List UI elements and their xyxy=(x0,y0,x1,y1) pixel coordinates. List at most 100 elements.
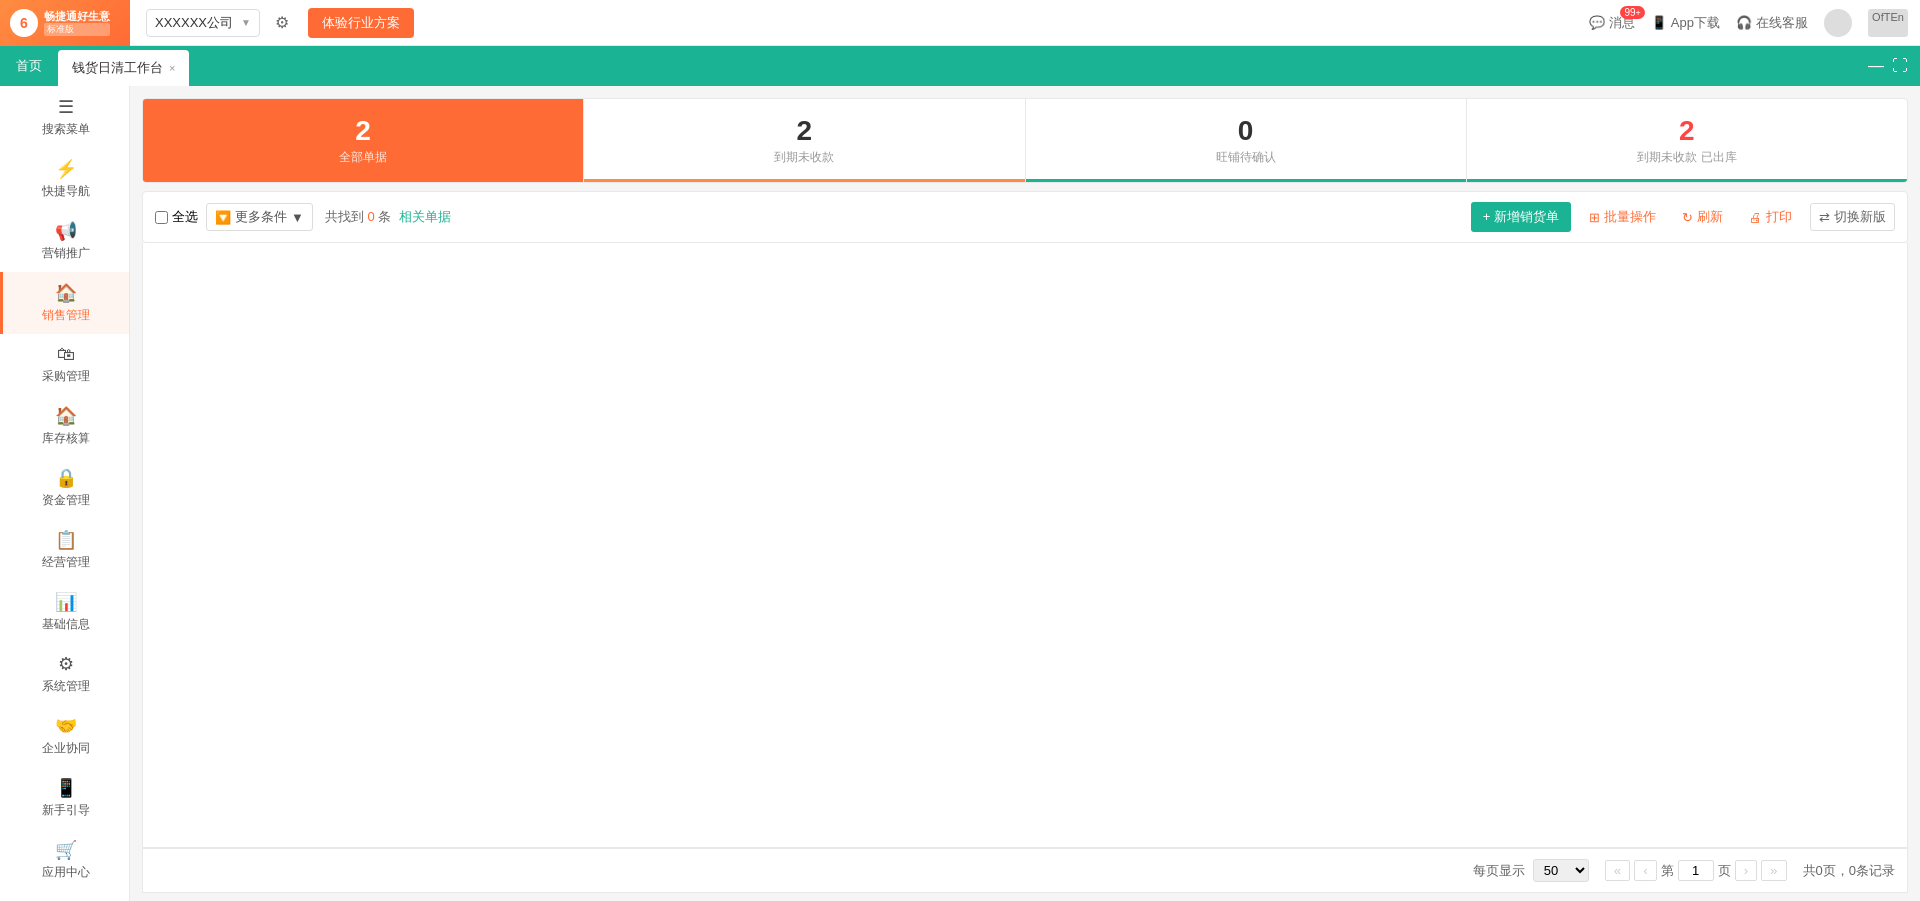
sidebar-item-marketing[interactable]: 📢 营销推广 xyxy=(0,210,129,272)
sidebar-item-operation[interactable]: 📋 经营管理 xyxy=(0,519,129,581)
toolbar-right: + 新增销货单 ⊞ 批量操作 ↻ 刷新 🖨 打印 ⇄ 切换新版 xyxy=(1471,202,1895,232)
switch-version-button[interactable]: ⇄ 切换新版 xyxy=(1810,203,1895,231)
last-page-button[interactable]: » xyxy=(1761,860,1786,881)
sidebar-item-system-label: 系统管理 xyxy=(42,678,90,695)
first-page-button[interactable]: « xyxy=(1605,860,1630,881)
stat-num-pending: 0 xyxy=(1046,115,1446,147)
sidebar-item-inventory[interactable]: 🏠 库存核算 xyxy=(0,395,129,457)
page-number-input[interactable] xyxy=(1678,860,1714,881)
sidebar-item-basic-info-label: 基础信息 xyxy=(42,616,90,633)
company-selector[interactable]: XXXXXX公司 ▼ xyxy=(146,9,260,37)
settings-button[interactable]: ⚙ xyxy=(268,9,296,37)
filter-label: 更多条件 xyxy=(235,208,287,226)
stat-label-overdue: 到期未收款 xyxy=(604,149,1004,166)
tab-minimize-icon[interactable]: — xyxy=(1868,57,1884,75)
print-button[interactable]: 🖨 打印 xyxy=(1741,204,1800,230)
prev-page-button[interactable]: ‹ xyxy=(1634,860,1656,881)
logo-icon-text: 6 xyxy=(20,15,28,31)
refresh-button[interactable]: ↻ 刷新 xyxy=(1674,204,1731,230)
basic-info-icon: 📊 xyxy=(55,591,77,613)
stat-card-pending[interactable]: 0 旺铺待确认 xyxy=(1026,99,1467,182)
print-icon: 🖨 xyxy=(1749,210,1762,225)
search-menu-icon: ☰ xyxy=(58,96,74,118)
app-download-item[interactable]: 📱 App下载 xyxy=(1651,14,1720,32)
total-text: 共0页，0条记录 xyxy=(1803,862,1895,880)
stat-label-pending: 旺铺待确认 xyxy=(1046,149,1446,166)
filter-button[interactable]: 🔽 更多条件 ▼ xyxy=(206,203,313,231)
filter-icon: 🔽 xyxy=(215,210,231,225)
trial-button[interactable]: 体验行业方案 xyxy=(308,8,414,38)
refresh-icon: ↻ xyxy=(1682,210,1693,225)
sidebar-item-finance[interactable]: 🔒 资金管理 xyxy=(0,457,129,519)
add-sale-order-button[interactable]: + 新增销货单 xyxy=(1471,202,1571,232)
system-icon: ⚙ xyxy=(58,653,74,675)
sidebar-item-enterprise-label: 企业协同 xyxy=(42,740,90,757)
select-all-checkbox[interactable]: 全选 xyxy=(155,208,198,226)
next-page-button[interactable]: › xyxy=(1735,860,1757,881)
switch-label: 切换新版 xyxy=(1834,208,1886,226)
stat-num-all: 2 xyxy=(163,115,563,147)
tab-active-label: 钱货日清工作台 xyxy=(72,59,163,77)
stat-label-overdue-shipped: 到期未收款 已出库 xyxy=(1487,149,1887,166)
online-service-label: 在线客服 xyxy=(1756,14,1808,32)
batch-operation-button[interactable]: ⊞ 批量操作 xyxy=(1581,204,1664,230)
settings-icon: ⚙ xyxy=(275,13,289,32)
batch-label: 批量操作 xyxy=(1604,208,1656,226)
sidebar-item-basic-info[interactable]: 📊 基础信息 xyxy=(0,581,129,643)
logo-badge: 标准版 xyxy=(44,23,110,37)
company-name: XXXXXX公司 xyxy=(155,14,233,32)
message-badge: 99+ xyxy=(1620,6,1644,19)
quick-nav-icon: ⚡ xyxy=(55,158,77,180)
sidebar-item-purchase-label: 采购管理 xyxy=(42,368,90,385)
related-link[interactable]: 相关单据 xyxy=(399,208,451,226)
guide-icon: 📱 xyxy=(55,777,77,799)
print-label: 打印 xyxy=(1766,208,1792,226)
message-item[interactable]: 💬 消息 99+ xyxy=(1589,14,1635,32)
switch-icon: ⇄ xyxy=(1819,210,1830,225)
avatar[interactable] xyxy=(1824,9,1852,37)
dropdown-arrow-icon: ▼ xyxy=(241,17,251,28)
select-all-label: 全选 xyxy=(172,208,198,226)
page-nav: « ‹ 第 页 › » xyxy=(1605,860,1787,881)
sidebar-item-purchase[interactable]: 🛍 采购管理 xyxy=(0,334,129,395)
tab-maximize-icon[interactable]: ⛶ xyxy=(1892,57,1908,75)
sidebar-item-guide[interactable]: 📱 新手引导 xyxy=(0,767,129,829)
sidebar-item-quick-nav[interactable]: ⚡ 快捷导航 xyxy=(0,148,129,210)
stat-card-overdue-shipped[interactable]: 2 到期未收款 已出库 xyxy=(1467,99,1907,182)
tab-bar-right: — ⛶ xyxy=(1868,57,1920,75)
stat-card-all[interactable]: 2 全部单据 xyxy=(143,99,584,182)
online-service-item[interactable]: 🎧 在线客服 xyxy=(1736,14,1808,32)
app-download-label: App下载 xyxy=(1671,14,1720,32)
often-label: OfTEn xyxy=(1868,9,1908,25)
logo-area: 6 畅捷通好生意 标准版 xyxy=(0,0,130,46)
page-label: 页 xyxy=(1718,862,1731,880)
sidebar-item-finance-label: 资金管理 xyxy=(42,492,90,509)
sidebar-item-guide-label: 新手引导 xyxy=(42,802,90,819)
tab-close-icon[interactable]: × xyxy=(169,62,175,74)
sidebar-item-wechat[interactable]: 💬 企业微信 xyxy=(0,891,129,901)
refresh-label: 刷新 xyxy=(1697,208,1723,226)
sidebar-item-enterprise[interactable]: 🤝 企业协同 xyxy=(0,705,129,767)
select-all-input[interactable] xyxy=(155,211,168,224)
top-header: 6 畅捷通好生意 标准版 XXXXXX公司 ▼ ⚙ 体验行业方案 💬 消息 99… xyxy=(0,0,1920,46)
stat-num-overdue-shipped: 2 xyxy=(1487,115,1887,147)
sidebar-item-marketing-label: 营销推广 xyxy=(42,245,90,262)
sidebar-item-app-center[interactable]: 🛒 应用中心 xyxy=(0,829,129,891)
inventory-icon: 🏠 xyxy=(55,405,77,427)
sidebar-item-search[interactable]: ☰ 搜索菜单 xyxy=(0,86,129,148)
sidebar-item-app-center-label: 应用中心 xyxy=(42,864,90,881)
stat-card-overdue[interactable]: 2 到期未收款 xyxy=(584,99,1025,182)
sidebar-item-system[interactable]: ⚙ 系统管理 xyxy=(0,643,129,705)
logo-text: 畅捷通好生意 标准版 xyxy=(44,9,110,37)
page-size-select[interactable]: 10 20 50 100 xyxy=(1533,859,1589,882)
marketing-icon: 📢 xyxy=(55,220,77,242)
sidebar-item-operation-label: 经营管理 xyxy=(42,554,90,571)
sidebar: ☰ 搜索菜单 ⚡ 快捷导航 📢 营销推广 🏠 销售管理 🛍 采购管理 🏠 库存核… xyxy=(0,86,130,901)
app-center-icon: 🛒 xyxy=(55,839,77,861)
sidebar-item-sales[interactable]: 🏠 销售管理 xyxy=(0,272,129,334)
online-service-icon: 🎧 xyxy=(1736,15,1752,30)
tab-home[interactable]: 首页 xyxy=(0,46,58,86)
tab-active[interactable]: 钱货日清工作台 × xyxy=(58,50,189,86)
operation-icon: 📋 xyxy=(55,529,77,551)
toolbar: 全选 🔽 更多条件 ▼ 共找到 0 条 相关单据 + 新增销货单 ⊞ 批量操作 xyxy=(142,191,1908,243)
